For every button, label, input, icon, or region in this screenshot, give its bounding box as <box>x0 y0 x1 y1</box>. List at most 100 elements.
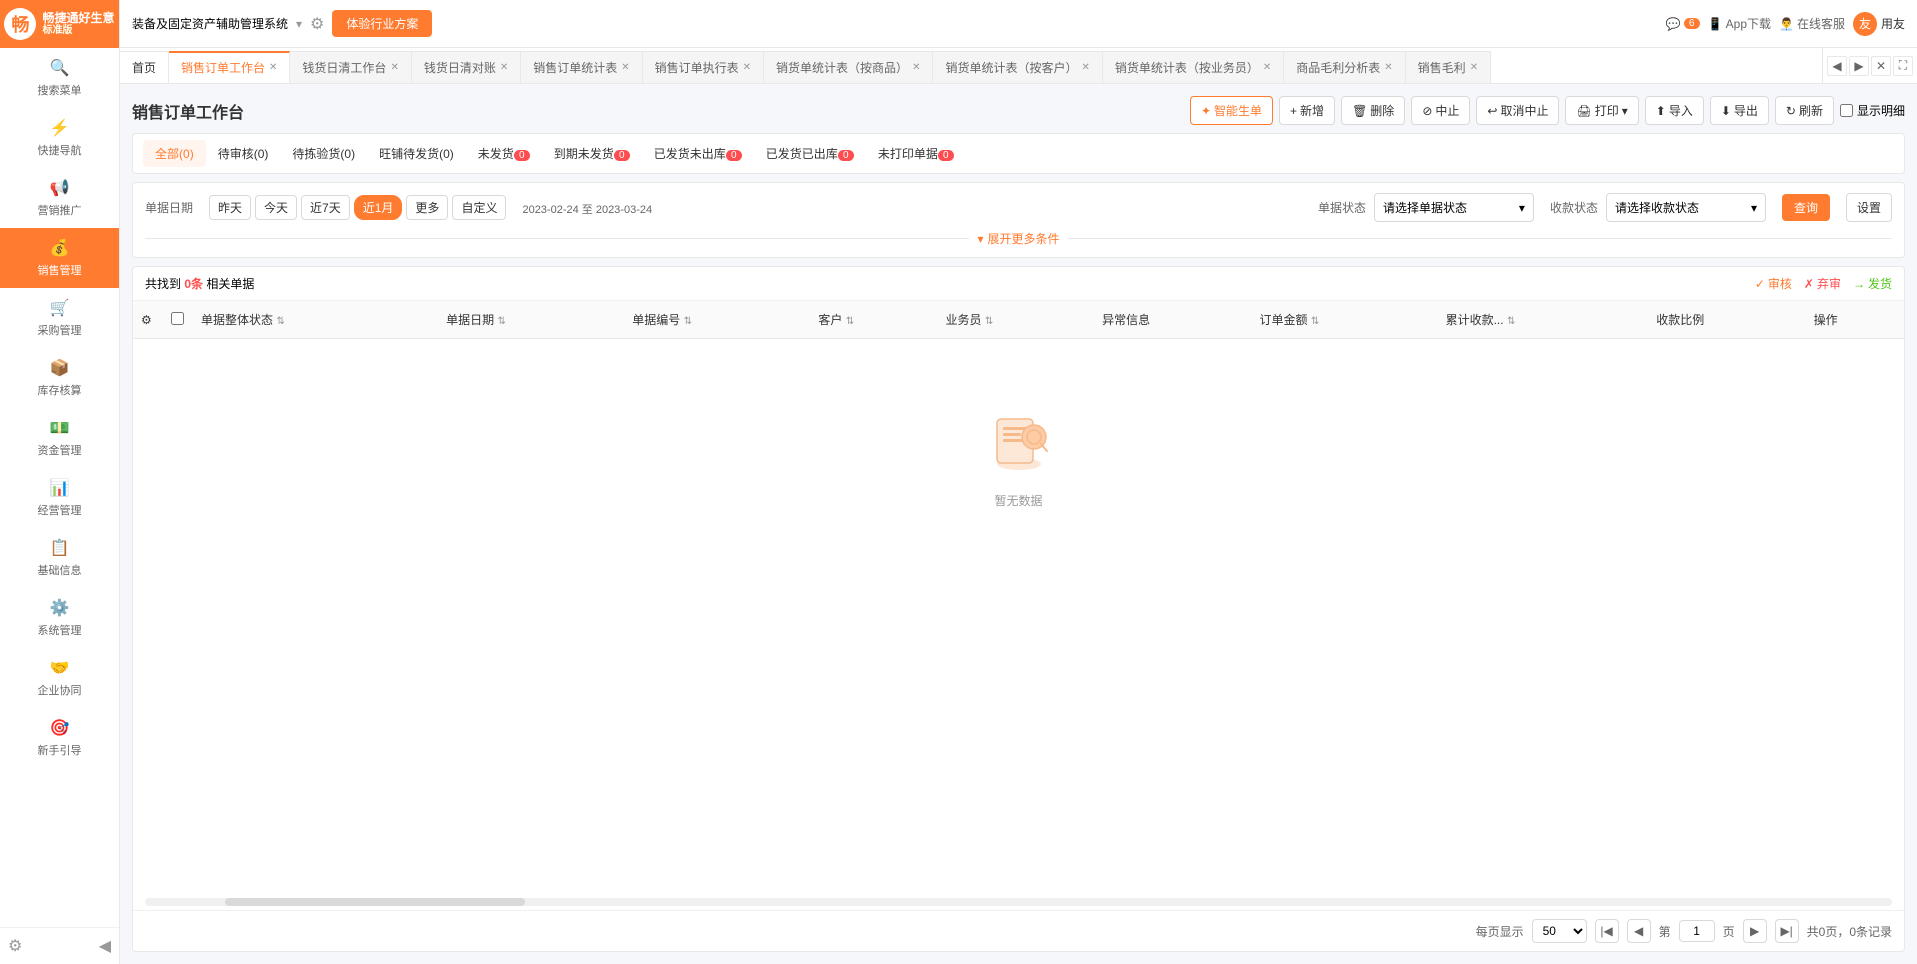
tab-sales-stats-close[interactable]: ✕ <box>621 62 629 73</box>
date-btn-custom[interactable]: 自定义 <box>452 195 506 220</box>
sidebar-item-quick[interactable]: ⚡ 快捷导航 <box>0 108 119 168</box>
tab-cash-reconcile-close[interactable]: ✕ <box>500 62 508 73</box>
sub-tab-all[interactable]: 全部(0) <box>143 140 206 167</box>
export-label: 导出 <box>1734 102 1758 119</box>
tab-profit-analysis-close[interactable]: ✕ <box>1384 62 1392 73</box>
horizontal-scrollbar[interactable] <box>145 898 1892 906</box>
sidebar-item-system[interactable]: ⚙️ 系统管理 <box>0 588 119 648</box>
tabs-close-all[interactable]: ✕ <box>1871 56 1891 76</box>
import-button[interactable]: ⬆ 导入 <box>1645 96 1704 125</box>
industry-solution-button[interactable]: 体验行业方案 <box>332 10 432 37</box>
tabs-fullscreen[interactable]: ⛶ <box>1893 56 1913 76</box>
select-all-checkbox[interactable] <box>171 312 184 325</box>
cancel-stop-button[interactable]: ↩ 取消中止 <box>1476 96 1559 125</box>
col-settings[interactable]: ⚙ <box>133 301 163 339</box>
tabs-scroll-left[interactable]: ◀ <box>1827 56 1847 76</box>
cancel-review-action-button[interactable]: ✗ 弃审 <box>1804 275 1841 292</box>
tab-goods-stats-salesman[interactable]: 销货单统计表（按业务员） ✕ <box>1103 51 1284 83</box>
sub-tab-overdue-not-shipped[interactable]: 到期未发货0 <box>542 140 642 167</box>
col-date-sort-icon[interactable]: ⇅ <box>497 316 505 327</box>
tab-home[interactable]: 首页 <box>120 51 169 83</box>
tab-goods-stats-product-close[interactable]: ✕ <box>912 62 920 73</box>
show-detail-checkbox-label[interactable]: 显示明细 <box>1840 102 1905 119</box>
tab-goods-stats-customer-close[interactable]: ✕ <box>1081 62 1089 73</box>
col-salesman-sort-icon[interactable]: ⇅ <box>985 316 993 327</box>
ship-action-button[interactable]: → 发货 <box>1853 275 1892 292</box>
col-checkbox[interactable] <box>163 301 193 339</box>
settings-icon[interactable]: ⚙ <box>8 936 22 956</box>
date-btn-7days[interactable]: 近7天 <box>301 195 350 220</box>
sidebar-item-marketing[interactable]: 📢 营销推广 <box>0 168 119 228</box>
sub-tab-pending-pick[interactable]: 待拣验货(0) <box>280 140 367 167</box>
tabs-scroll-right[interactable]: ▶ <box>1849 56 1869 76</box>
date-btn-today[interactable]: 今天 <box>255 195 297 220</box>
tab-sales-workbench-close[interactable]: ✕ <box>269 62 277 73</box>
last-page-button[interactable]: ▶| <box>1775 919 1799 943</box>
tab-sales-exec-close[interactable]: ✕ <box>743 62 751 73</box>
ai-generate-button[interactable]: ✦ 智能生单 <box>1190 96 1273 125</box>
tab-sales-profit-close[interactable]: ✕ <box>1470 62 1478 73</box>
sub-tab-shop-pending[interactable]: 旺铺待发货(0) <box>367 140 466 167</box>
tab-goods-stats-customer[interactable]: 销货单统计表（按客户） ✕ <box>933 51 1102 83</box>
show-detail-checkbox[interactable] <box>1840 104 1853 117</box>
col-customer-sort-icon[interactable]: ⇅ <box>846 316 854 327</box>
tab-cash-workbench[interactable]: 钱货日清工作台 ✕ <box>290 51 411 83</box>
delete-button[interactable]: 🗑 删除 <box>1341 96 1405 125</box>
page-input[interactable] <box>1679 920 1715 942</box>
tab-profit-analysis[interactable]: 商品毛利分析表 ✕ <box>1284 51 1405 83</box>
tab-sales-exec[interactable]: 销售订单执行表 ✕ <box>643 51 764 83</box>
sidebar-item-search[interactable]: 🔍 搜索菜单 <box>0 48 119 108</box>
online-service-button[interactable]: 👨‍💼 在线客服 <box>1779 15 1845 32</box>
tab-cash-workbench-close[interactable]: ✕ <box>390 62 398 73</box>
topbar-settings-icon[interactable]: ⚙ <box>310 14 324 34</box>
sidebar-item-basic[interactable]: 📋 基础信息 <box>0 528 119 588</box>
topbar-dropdown-icon[interactable]: ▾ <box>296 17 302 31</box>
sidebar-item-finance[interactable]: 💵 资金管理 <box>0 408 119 468</box>
search-button[interactable]: 查询 <box>1782 194 1830 221</box>
sidebar-item-guide[interactable]: 🎯 新手引导 <box>0 708 119 768</box>
sub-tab-shipped-out[interactable]: 已发货已出库0 <box>754 140 866 167</box>
print-button[interactable]: 🖨 打印 ▾ <box>1565 96 1638 125</box>
tab-cash-reconcile[interactable]: 钱货日清对账 ✕ <box>412 51 521 83</box>
tab-sales-stats[interactable]: 销售订单统计表 ✕ <box>521 51 642 83</box>
date-btn-1month[interactable]: 近1月 <box>354 195 403 220</box>
refresh-button[interactable]: ↻ 刷新 <box>1775 96 1834 125</box>
col-status-sort-icon[interactable]: ⇅ <box>276 316 284 327</box>
stop-button[interactable]: ⊘ 中止 <box>1411 96 1470 125</box>
add-button[interactable]: + 新增 <box>1279 96 1335 125</box>
sidebar-item-inventory[interactable]: 📦 库存核算 <box>0 348 119 408</box>
review-action-button[interactable]: ✓ 审核 <box>1755 275 1792 292</box>
tab-goods-stats-product[interactable]: 销货单统计表（按商品） ✕ <box>764 51 933 83</box>
setting-filter-button[interactable]: 设置 <box>1846 193 1892 222</box>
tab-sales-workbench[interactable]: 销售订单工作台 ✕ <box>169 51 290 83</box>
tab-sales-profit[interactable]: 销售毛利 ✕ <box>1406 51 1491 83</box>
status-select[interactable]: 请选择单据状态 ▾ <box>1374 193 1534 222</box>
sub-tab-not-printed[interactable]: 未打印单据0 <box>866 140 966 167</box>
sidebar-item-sales[interactable]: 💰 销售管理 <box>0 228 119 288</box>
tab-goods-stats-salesman-close[interactable]: ✕ <box>1263 62 1271 73</box>
prev-page-button[interactable]: ◀ <box>1627 919 1651 943</box>
message-button[interactable]: 💬 6 <box>1666 17 1700 31</box>
collapse-icon[interactable]: ◀ <box>99 936 111 956</box>
page-size-select[interactable]: 20 50 100 <box>1532 919 1587 943</box>
date-btn-more[interactable]: 更多 <box>406 195 448 220</box>
sub-tab-not-shipped[interactable]: 未发货0 <box>466 140 542 167</box>
payment-select[interactable]: 请选择收款状态 ▾ <box>1606 193 1766 222</box>
first-page-button[interactable]: |◀ <box>1595 919 1619 943</box>
col-amount-sort-icon[interactable]: ⇅ <box>1311 316 1319 327</box>
expand-button[interactable]: ▾ 展开更多条件 <box>977 230 1059 247</box>
export-button[interactable]: ⬇ 导出 <box>1710 96 1769 125</box>
sub-tab-pending-review[interactable]: 待审核(0) <box>206 140 281 167</box>
col-payment-sort-icon[interactable]: ⇅ <box>1507 316 1515 327</box>
date-btn-yesterday[interactable]: 昨天 <box>209 195 251 220</box>
app-download-button[interactable]: 📱 App下载 <box>1708 15 1771 32</box>
sidebar-item-purchase[interactable]: 🛒 采购管理 <box>0 288 119 348</box>
sidebar-item-operation[interactable]: 📊 经营管理 <box>0 468 119 528</box>
next-page-button[interactable]: ▶ <box>1743 919 1767 943</box>
import-icon: ⬆ <box>1656 104 1666 118</box>
sidebar-item-corp[interactable]: 🤝 企业协同 <box>0 648 119 708</box>
sub-tab-shipped-not-out[interactable]: 已发货未出库0 <box>642 140 754 167</box>
col-number-sort-icon[interactable]: ⇅ <box>684 316 692 327</box>
user-menu[interactable]: 友 用友 <box>1853 12 1905 36</box>
scroll-thumb[interactable] <box>225 898 525 906</box>
